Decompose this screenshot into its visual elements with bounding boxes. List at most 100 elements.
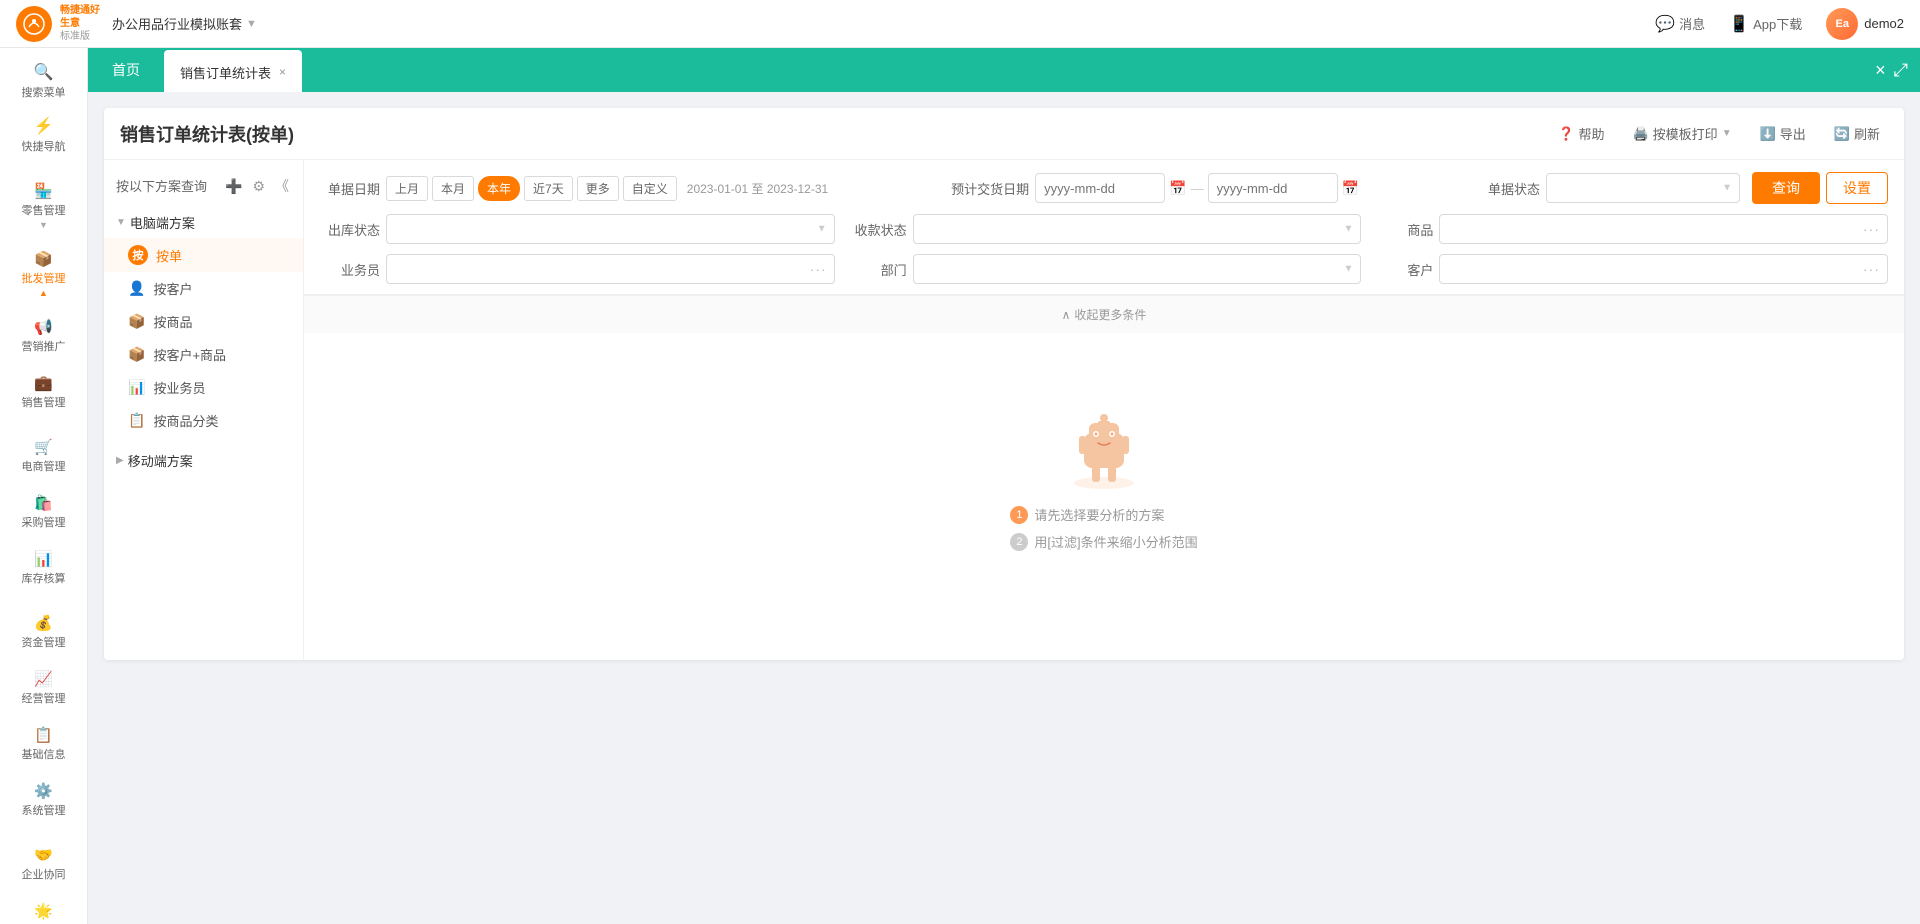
date-btn-more[interactable]: 更多: [577, 176, 619, 201]
payment-status-select[interactable]: [913, 214, 1362, 244]
scheme-item-by-product-icon: 📦: [128, 313, 145, 330]
scheme-item-by-product[interactable]: 📦 按商品: [104, 305, 303, 338]
sidebar-item-wholesale[interactable]: 📦 批发管理 ▲: [0, 240, 87, 308]
scheme-item-by-cust-prod-label: 按客户+商品: [153, 345, 226, 364]
sidebar-item-retail[interactable]: 🏪 零售管理 ▼: [0, 172, 87, 240]
tab-expand-btn[interactable]: ⤢: [1894, 61, 1908, 79]
delivery-status-select[interactable]: [386, 214, 835, 244]
scheme-item-by-customer-label: 按客户: [153, 279, 192, 298]
sidebar-item-finance[interactable]: 💰 资金管理: [0, 604, 87, 660]
customer-select[interactable]: [1439, 254, 1888, 284]
scheme-item-by-order[interactable]: 按 按单: [104, 238, 303, 272]
customer-dots-icon[interactable]: ···: [1863, 261, 1880, 277]
scheme-item-by-customer[interactable]: 👤 按客户: [104, 272, 303, 305]
user-menu[interactable]: Ea demo2: [1826, 8, 1904, 40]
message-label: 消息: [1679, 14, 1705, 33]
inner-layout: 按以下方案查询 ➕ ⚙ 《 ▼ 电脑端方案: [104, 160, 1904, 660]
order-status-select[interactable]: [1546, 173, 1740, 203]
setting-btn[interactable]: 设置: [1826, 172, 1888, 204]
scheme-pc-section: ▼ 电脑端方案 按 按单 👤 按客户: [104, 203, 303, 441]
query-buttons: 查询 设置: [1752, 172, 1888, 204]
product-dots-icon[interactable]: ···: [1863, 221, 1880, 237]
app-download-label: App下载: [1753, 14, 1802, 33]
scheme-mobile-section: ▶ 移动端方案: [104, 441, 303, 480]
date-btn-last-month[interactable]: 上月: [386, 176, 428, 201]
date-btn-this-year[interactable]: 本年: [478, 176, 520, 201]
scheme-panel: 按以下方案查询 ➕ ⚙ 《 ▼ 电脑端方案: [104, 160, 304, 660]
top-bar-right: 💬 消息 📱 App下载 Ea demo2: [1655, 8, 1904, 40]
scheme-item-by-staff[interactable]: 📊 按业务员: [104, 371, 303, 404]
sidebar-item-stock[interactable]: 📊 库存核算: [0, 540, 87, 596]
help-btn[interactable]: ❓ 帮助: [1550, 120, 1612, 147]
sidebar-item-ecom[interactable]: 🛒 电商管理: [0, 428, 87, 484]
tip-num-1: 1: [1010, 506, 1028, 524]
sidebar-corp-label: 企业协同: [22, 866, 66, 882]
scheme-item-by-cust-prod[interactable]: 📦 按客户+商品: [104, 338, 303, 371]
tab-close-btn[interactable]: ×: [1875, 61, 1886, 79]
date-filter-btns: 上月 本月 本年 近7天 更多 自定义: [386, 176, 677, 201]
order-status-select-wrap: ▼: [1546, 173, 1740, 203]
scheme-collapse-btn[interactable]: 《: [273, 177, 291, 195]
query-btn[interactable]: 查询: [1752, 172, 1820, 204]
refresh-btn[interactable]: 🔄 刷新: [1826, 120, 1888, 147]
finance-icon: 💰: [34, 614, 53, 632]
dept-group: 部门 ▼: [847, 254, 1362, 284]
expected-date-end[interactable]: [1208, 173, 1338, 203]
sidebar-shortcut-label: 快捷导航: [22, 138, 66, 154]
sidebar-wholesale-label: 批发管理: [22, 270, 66, 286]
collapse-bar[interactable]: ∧ 收起更多条件: [304, 295, 1904, 333]
tab-home[interactable]: 首页: [88, 48, 164, 92]
staff-select[interactable]: [386, 254, 835, 284]
sidebar-item-purchase[interactable]: 🛍️ 采购管理: [0, 484, 87, 540]
sidebar-item-system[interactable]: ⚙️ 系统管理: [0, 772, 87, 828]
tab-close-icon[interactable]: ×: [279, 66, 286, 78]
sidebar-item-marketing[interactable]: 📢 营销推广: [0, 308, 87, 364]
customer-group: 客户 ···: [1373, 254, 1888, 284]
message-btn[interactable]: 💬 消息: [1655, 14, 1705, 34]
staff-group: 业务员 ···: [320, 254, 835, 284]
filter-row-1: 单据日期 上月 本月 本年 近7天 更多 自定义: [320, 172, 1888, 204]
tab-home-label: 首页: [112, 60, 140, 80]
search-icon: 🔍: [34, 62, 54, 82]
scheme-settings-btn[interactable]: ⚙: [250, 177, 267, 195]
mobile-section-collapse-icon: ▶: [116, 455, 124, 466]
industry-selector[interactable]: 办公用品行业模拟账套 ▼: [104, 10, 1655, 37]
order-status-label: 单据状态: [1480, 179, 1540, 198]
dept-select[interactable]: [913, 254, 1362, 284]
purchase-icon: 🛍️: [34, 494, 53, 512]
sidebar-item-search[interactable]: 🔍 搜索菜单: [0, 56, 87, 106]
filter-result-area: 单据日期 上月 本月 本年 近7天 更多 自定义: [304, 160, 1904, 660]
empty-tip-2: 2 用[过滤]条件来缩小分析范围: [1010, 532, 1197, 551]
staff-select-wrap: ···: [386, 254, 835, 284]
sidebar-item-newbie[interactable]: 🌟 新手引导: [0, 892, 87, 924]
page-title: 销售订单统计表(按单): [120, 121, 294, 147]
scheme-item-by-prod-cat[interactable]: 📋 按商品分类: [104, 404, 303, 437]
print-btn[interactable]: 🖨️ 按模板打印 ▼: [1624, 120, 1739, 147]
export-btn[interactable]: ⬇️ 导出: [1752, 120, 1814, 147]
date-btn-custom[interactable]: 自定义: [623, 176, 677, 201]
sidebar-item-shortcut[interactable]: ⚡ 快捷导航: [0, 106, 87, 164]
app-download-btn[interactable]: 📱 App下载: [1729, 14, 1802, 34]
product-select[interactable]: [1439, 214, 1888, 244]
collapse-label: 收起更多条件: [1074, 306, 1146, 323]
scheme-section-header-mobile[interactable]: ▶ 移动端方案: [104, 445, 303, 476]
expected-date-start[interactable]: [1035, 173, 1165, 203]
tab-current[interactable]: 销售订单统计表 ×: [164, 50, 302, 94]
sidebar-item-operation[interactable]: 📈 经营管理: [0, 660, 87, 716]
scheme-section-header-pc[interactable]: ▼ 电脑端方案: [104, 207, 303, 238]
shortcut-icon: ⚡: [34, 116, 54, 136]
sidebar-item-sales[interactable]: 💼 销售管理: [0, 364, 87, 420]
operation-icon: 📈: [34, 670, 53, 688]
scheme-add-btn[interactable]: ➕: [223, 177, 244, 195]
retail-arrow: ▼: [39, 220, 48, 230]
staff-dots-icon[interactable]: ···: [810, 261, 827, 277]
expected-date-range: 📅 — 📅: [1035, 173, 1359, 203]
sidebar-item-basic[interactable]: 📋 基础信息: [0, 716, 87, 772]
sidebar-item-corp[interactable]: 🤝 企业协同: [0, 836, 87, 892]
tip-num-2: 2: [1010, 533, 1028, 551]
help-icon: ❓: [1558, 126, 1574, 142]
sidebar-search-label: 搜索菜单: [22, 84, 66, 100]
date-btn-this-month[interactable]: 本月: [432, 176, 474, 201]
corp-icon: 🤝: [34, 846, 53, 864]
date-btn-7days[interactable]: 近7天: [524, 176, 573, 201]
